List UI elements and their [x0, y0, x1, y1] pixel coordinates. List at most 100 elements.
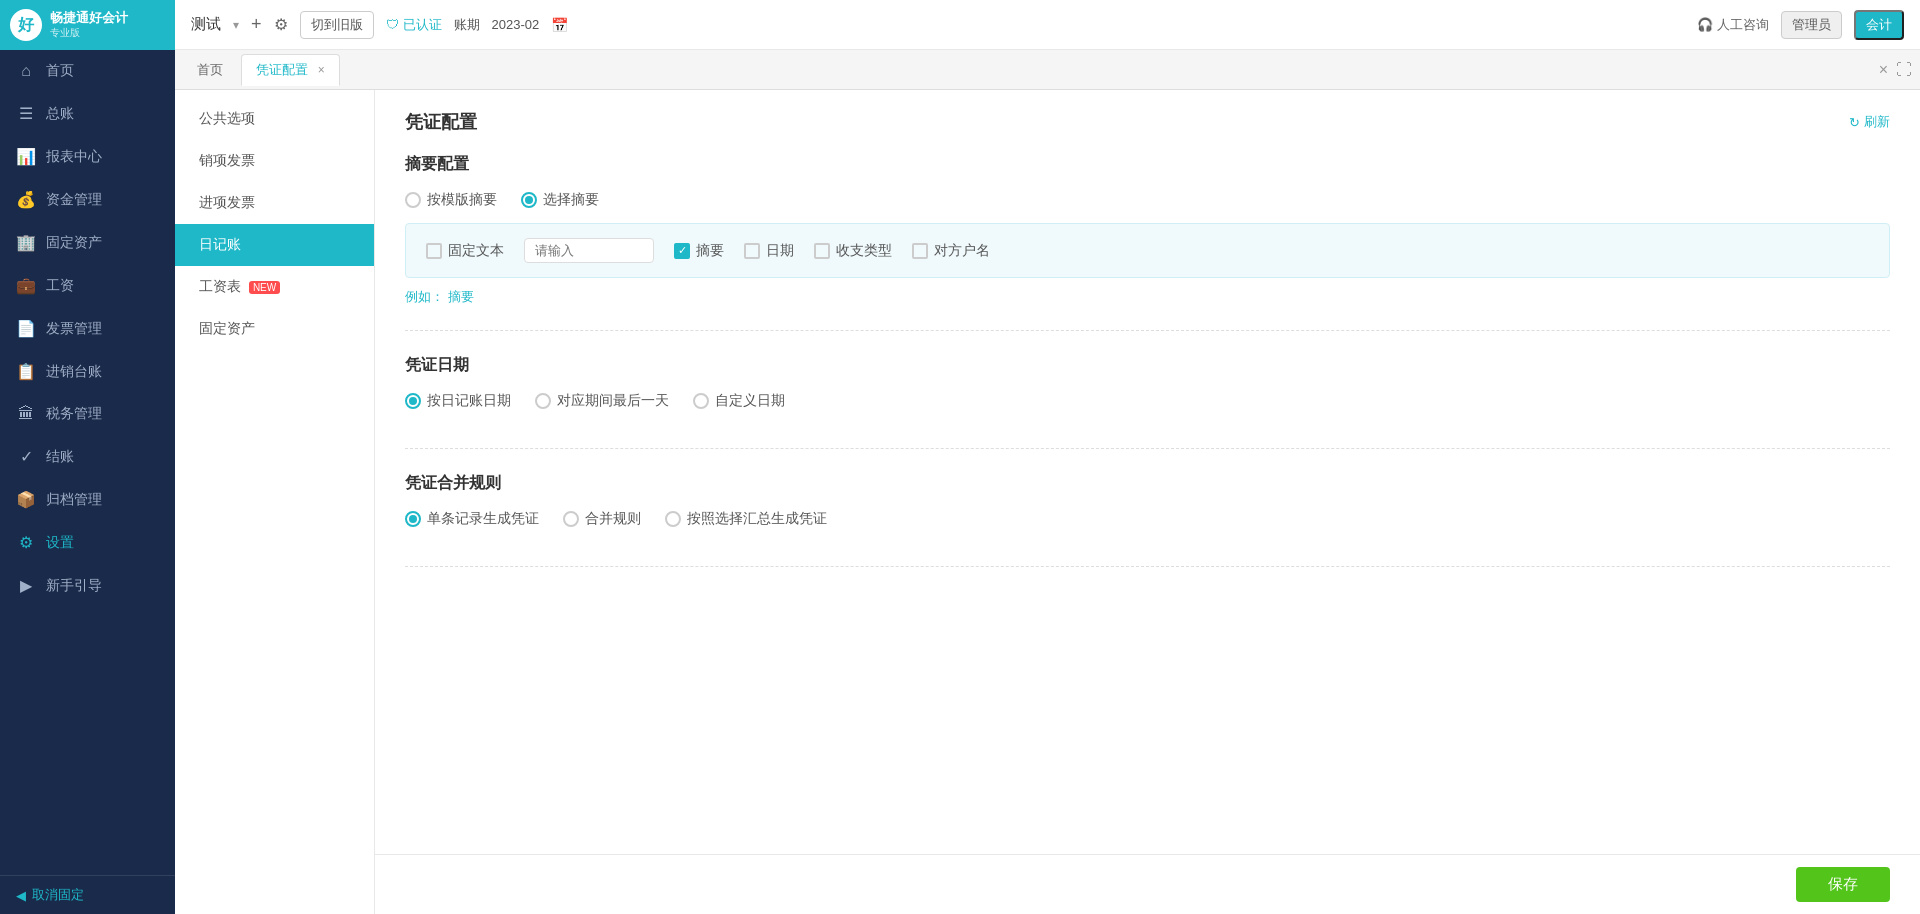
sidebar: 好 畅捷通好会计 专业版 ⌂ 首页 ☰ 总账 📊 报表中心 💰 资金管理 🏢 固… — [0, 0, 175, 914]
guide-icon: ▶ — [16, 576, 36, 595]
sidebar-item-label: 发票管理 — [46, 320, 102, 338]
radio-select-summary[interactable]: 按照选择汇总生成凭证 — [665, 510, 827, 528]
funds-icon: 💰 — [16, 190, 36, 209]
sidebar-item-label: 进销台账 — [46, 363, 102, 381]
sidebar-item-closing[interactable]: ✓ 结账 — [0, 435, 175, 478]
add-tab-btn[interactable]: + — [251, 14, 262, 35]
merge-section-title: 凭证合并规则 — [405, 473, 1890, 494]
checkbox-summary-box — [674, 243, 690, 259]
left-panel-item-fixed_assets[interactable]: 固定资产 — [175, 308, 374, 350]
archive-icon: 📦 — [16, 490, 36, 509]
verified-label: 已认证 — [403, 16, 442, 34]
radio-select-circle — [521, 192, 537, 208]
checkbox-date-box — [744, 243, 760, 259]
sidebar-item-invoice[interactable]: 📄 发票管理 — [0, 307, 175, 350]
tab-voucher-config-label: 凭证配置 — [256, 62, 308, 77]
sidebar-item-payroll[interactable]: 💼 工资 — [0, 264, 175, 307]
radio-custom-circle — [693, 393, 709, 409]
checkbox-date-label: 日期 — [766, 242, 794, 260]
tab-voucher-config[interactable]: 凭证配置 × — [241, 54, 340, 86]
save-btn[interactable]: 保存 — [1796, 867, 1890, 902]
sidebar-item-label: 资金管理 — [46, 191, 102, 209]
sidebar-item-settings[interactable]: ⚙ 设置 — [0, 521, 175, 564]
shield-icon: 🛡 — [386, 17, 399, 32]
sidebar-item-archive[interactable]: 📦 归档管理 — [0, 478, 175, 521]
radio-select-summary[interactable]: 选择摘要 — [521, 191, 599, 209]
sidebar-item-home[interactable]: ⌂ 首页 — [0, 50, 175, 92]
summary-example: 例如： 摘要 — [405, 288, 1890, 306]
closing-icon: ✓ — [16, 447, 36, 466]
left-panel-item-purchase_invoice[interactable]: 进项发票 — [175, 182, 374, 224]
main-wrapper: 测试 ▾ + ⚙ 切到旧版 🛡 已认证 账期 2023-02 📅 🎧 人工咨询 … — [175, 0, 1920, 914]
checkbox-summary[interactable]: 摘要 — [674, 242, 724, 260]
sidebar-item-ledger[interactable]: ☰ 总账 — [0, 92, 175, 135]
radio-template-summary[interactable]: 按模版摘要 — [405, 191, 497, 209]
checkbox-fixed-text[interactable]: 固定文本 — [426, 242, 504, 260]
radio-period-last[interactable]: 对应期间最后一天 — [535, 392, 669, 410]
cancel-fixed-btn[interactable]: ◀ 取消固定 — [0, 875, 175, 914]
sidebar-logo: 好 畅捷通好会计 专业版 — [0, 0, 175, 50]
sidebar-item-tax[interactable]: 🏛 税务管理 — [0, 393, 175, 435]
date-radio-group: 按日记账日期 对应期间最后一天 自定义日期 — [405, 392, 1890, 410]
assets-icon: 🏢 — [16, 233, 36, 252]
radio-custom-date[interactable]: 自定义日期 — [693, 392, 785, 410]
radio-select-label: 选择摘要 — [543, 191, 599, 209]
left-panel-item-sales_invoice[interactable]: 销项发票 — [175, 140, 374, 182]
window-close-btn[interactable]: × — [1879, 61, 1888, 79]
radio-single-record[interactable]: 单条记录生成凭证 — [405, 510, 539, 528]
sidebar-item-funds[interactable]: 💰 资金管理 — [0, 178, 175, 221]
sales-icon: 📋 — [16, 362, 36, 381]
refresh-btn[interactable]: ↻ 刷新 — [1849, 113, 1890, 131]
sidebar-item-label: 工资 — [46, 277, 74, 295]
page-title: 凭证配置 — [405, 110, 477, 134]
left-panel-item-payroll_table[interactable]: 工资表 NEW — [175, 266, 374, 308]
role-btn[interactable]: 会计 — [1854, 10, 1904, 40]
tab-actions: × ⛶ — [1879, 61, 1912, 79]
tab-close-icon[interactable]: × — [318, 63, 325, 77]
radio-template-circle — [405, 192, 421, 208]
summary-section-title: 摘要配置 — [405, 154, 1890, 175]
fullscreen-btn[interactable]: ⛶ — [1896, 61, 1912, 79]
date-section: 凭证日期 按日记账日期 对应期间最后一天 自定义日期 — [405, 355, 1890, 449]
summary-section: 摘要配置 按模版摘要 选择摘要 — [405, 154, 1890, 331]
checkbox-counterparty[interactable]: 对方户名 — [912, 242, 990, 260]
verified-status: 🛡 已认证 — [386, 16, 442, 34]
checkbox-counterparty-box — [912, 243, 928, 259]
company-name: 测试 — [191, 15, 221, 34]
fixed-text-input[interactable] — [524, 238, 654, 263]
tab-home[interactable]: 首页 — [183, 55, 237, 85]
sidebar-item-reports[interactable]: 📊 报表中心 — [0, 135, 175, 178]
cancel-fixed-icon: ◀ — [16, 888, 26, 903]
radio-merge-label: 合并规则 — [585, 510, 641, 528]
refresh-label: 刷新 — [1864, 113, 1890, 131]
radio-select-summary-circle — [665, 511, 681, 527]
checkbox-income-label: 收支类型 — [836, 242, 892, 260]
radio-single-label: 单条记录生成凭证 — [427, 510, 539, 528]
radio-custom-label: 自定义日期 — [715, 392, 785, 410]
refresh-icon: ↻ — [1849, 115, 1860, 130]
radio-diary-date[interactable]: 按日记账日期 — [405, 392, 511, 410]
admin-btn[interactable]: 管理员 — [1781, 11, 1842, 39]
settings-gear-icon[interactable]: ⚙ — [274, 15, 288, 34]
sidebar-item-guide[interactable]: ▶ 新手引导 — [0, 564, 175, 607]
ledger-icon: ☰ — [16, 104, 36, 123]
sidebar-item-assets[interactable]: 🏢 固定资产 — [0, 221, 175, 264]
checkbox-summary-label: 摘要 — [696, 242, 724, 260]
checkbox-income-type[interactable]: 收支类型 — [814, 242, 892, 260]
checkbox-date[interactable]: 日期 — [744, 242, 794, 260]
merge-section: 凭证合并规则 单条记录生成凭证 合并规则 按照选择汇总生成凭证 — [405, 473, 1890, 567]
logo-text: 畅捷通好会计 — [50, 10, 128, 26]
sidebar-nav: ⌂ 首页 ☰ 总账 📊 报表中心 💰 资金管理 🏢 固定资产 💼 工资 📄 发票… — [0, 50, 175, 875]
page-header: 凭证配置 ↻ 刷新 — [405, 110, 1890, 134]
sidebar-item-label: 固定资产 — [46, 234, 102, 252]
radio-merge-rule[interactable]: 合并规则 — [563, 510, 641, 528]
left-panel-item-diary[interactable]: 日记账 — [175, 224, 374, 266]
sidebar-item-sales[interactable]: 📋 进销台账 — [0, 350, 175, 393]
help-btn[interactable]: 🎧 人工咨询 — [1697, 16, 1769, 34]
company-dropdown-icon[interactable]: ▾ — [233, 18, 239, 32]
calendar-icon[interactable]: 📅 — [551, 17, 568, 33]
old-version-btn[interactable]: 切到旧版 — [300, 11, 374, 39]
left-panel-item-public[interactable]: 公共选项 — [175, 98, 374, 140]
content-area: 公共选项销项发票进项发票日记账工资表 NEW固定资产 凭证配置 ↻ 刷新 摘要配… — [175, 90, 1920, 914]
sidebar-item-label: 总账 — [46, 105, 74, 123]
